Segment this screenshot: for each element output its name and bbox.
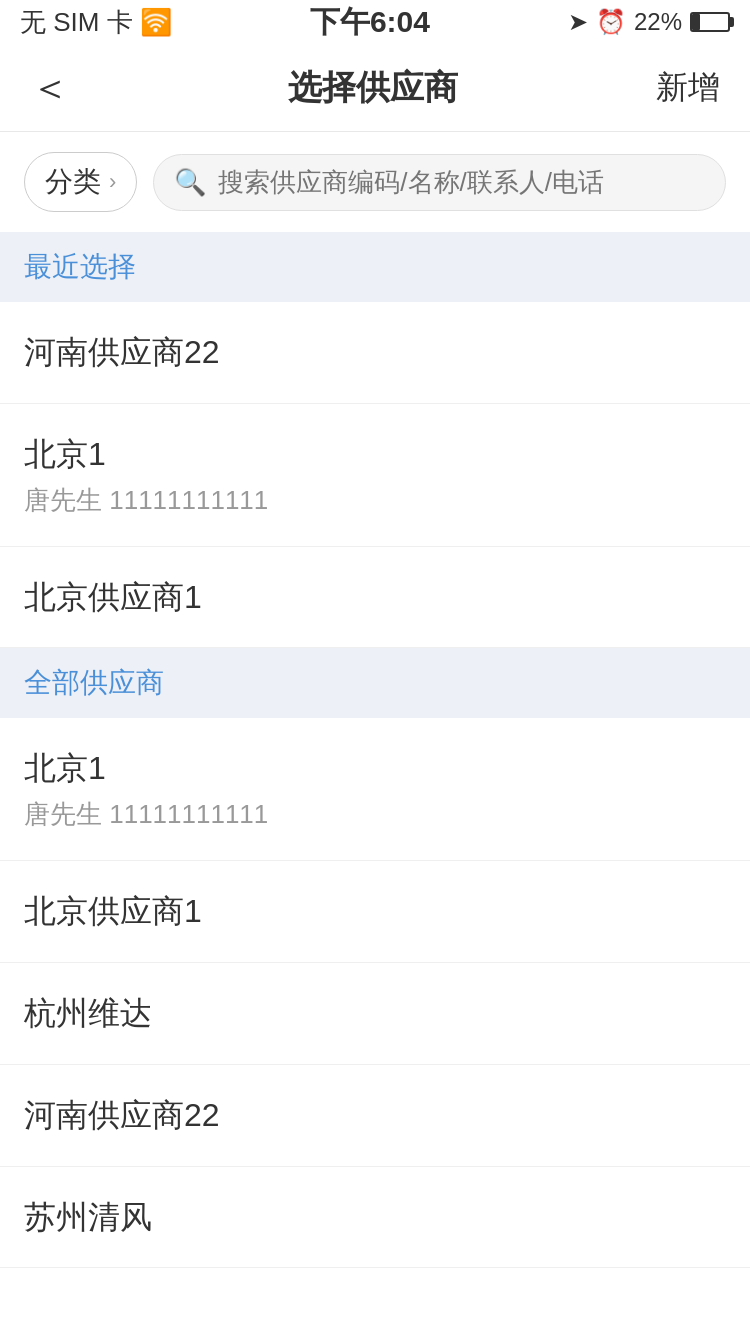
category-button[interactable]: 分类 › [24, 152, 137, 212]
battery-percent: 22% [634, 8, 682, 36]
chevron-right-icon: › [109, 169, 116, 195]
recent-section-label: 最近选择 [24, 251, 136, 282]
item-name: 北京供应商1 [24, 889, 726, 934]
all-list-item[interactable]: 苏州清风 [0, 1167, 750, 1269]
search-icon: 🔍 [174, 167, 206, 198]
recent-list-item[interactable]: 北京1 唐先生 11111111111 [0, 404, 750, 547]
item-contact: 唐先生 11111111111 [24, 797, 726, 832]
all-list: 北京1 唐先生 11111111111 北京供应商1 杭州维达河南供应商22 苏州清风 [0, 718, 750, 1268]
item-name: 杭州维达 [24, 991, 726, 1036]
status-right: ➤ ⏰ 22% [568, 8, 730, 36]
item-name: 北京1 [24, 432, 726, 477]
alarm-icon: ⏰ [596, 8, 626, 36]
page-title: 选择供应商 [288, 65, 458, 111]
nav-bar: ＜ 选择供应商 新增 [0, 44, 750, 132]
recent-list-item[interactable]: 河南供应商22 [0, 302, 750, 404]
item-name: 北京供应商1 [24, 575, 726, 620]
status-bar: 无 SIM 卡 🛜 下午6:04 ➤ ⏰ 22% [0, 0, 750, 44]
all-list-item[interactable]: 河南供应商22 [0, 1065, 750, 1167]
all-list-item[interactable]: 杭州维达 [0, 963, 750, 1065]
item-contact: 唐先生 11111111111 [24, 483, 726, 518]
location-icon: ➤ [568, 8, 588, 36]
recent-list: 河南供应商22 北京1 唐先生 11111111111 北京供应商1 [0, 302, 750, 648]
back-button[interactable]: ＜ [30, 60, 90, 115]
item-name: 河南供应商22 [24, 1093, 726, 1138]
item-name: 苏州清风 [24, 1195, 726, 1240]
all-list-item[interactable]: 北京供应商1 [0, 861, 750, 963]
status-time: 下午6:04 [310, 2, 430, 43]
recent-section-header: 最近选择 [0, 232, 750, 302]
search-input[interactable] [218, 167, 705, 198]
battery-icon [690, 12, 730, 32]
all-section-label: 全部供应商 [24, 667, 164, 698]
sim-indicator: 无 SIM 卡 🛜 [20, 5, 172, 40]
filter-bar: 分类 › 🔍 [0, 132, 750, 232]
search-box: 🔍 [153, 154, 726, 211]
item-name: 北京1 [24, 746, 726, 791]
category-label: 分类 [45, 163, 101, 201]
status-left: 无 SIM 卡 🛜 [20, 5, 172, 40]
add-new-button[interactable]: 新增 [656, 66, 720, 110]
all-section-header: 全部供应商 [0, 648, 750, 718]
recent-list-item[interactable]: 北京供应商1 [0, 547, 750, 649]
item-name: 河南供应商22 [24, 330, 726, 375]
all-list-item[interactable]: 北京1 唐先生 11111111111 [0, 718, 750, 861]
